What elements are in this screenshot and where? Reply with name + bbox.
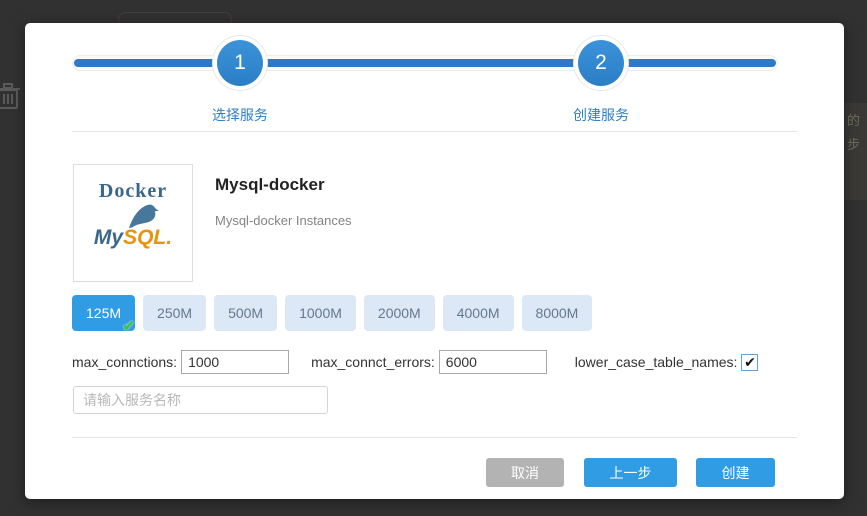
trash-icon — [0, 82, 21, 115]
selected-check-icon: ✔ — [122, 318, 136, 335]
max-connections-input[interactable] — [181, 350, 290, 374]
background-text-fragment: 的 步 — [845, 103, 867, 200]
memory-option-label: 2000M — [377, 305, 421, 321]
max-connect-errors-label: max_connct_errors: — [311, 354, 435, 370]
max-connections-label: max_connctions: — [72, 354, 178, 370]
memory-option-label: 4000M — [456, 305, 500, 321]
previous-step-button[interactable]: 上一步 — [584, 458, 677, 487]
memory-option-2000m[interactable]: 2000M — [363, 295, 435, 331]
service-logo: Docker MySQL. — [73, 164, 193, 282]
memory-option-label: 1000M — [299, 305, 342, 321]
step-2-label: 创建服务 — [573, 107, 629, 123]
lower-case-table-names-label: lower_case_table_names: — [574, 354, 738, 370]
lower-case-table-names-checkbox[interactable]: ✔ — [741, 353, 759, 371]
step-1-circle[interactable]: 1 — [217, 40, 263, 86]
service-name-input[interactable] — [73, 386, 328, 414]
memory-option-125m[interactable]: 125M ✔ — [72, 295, 136, 335]
memory-option-8000m[interactable]: 8000M — [521, 295, 593, 331]
parameters-row: max_connctions: max_connct_errors: lower… — [72, 350, 759, 374]
service-title: Mysql-docker — [215, 175, 325, 194]
divider — [72, 437, 797, 438]
memory-option-label: 250M — [157, 305, 193, 321]
checkbox-check-icon: ✔ — [744, 353, 756, 370]
mysql-wordmark-sql: SQL. — [123, 226, 173, 249]
memory-option-4000m[interactable]: 4000M — [442, 295, 514, 331]
cancel-button[interactable]: 取消 — [486, 458, 564, 487]
mysql-wordmark: MySQL. — [74, 226, 192, 250]
memory-option-label: 8000M — [535, 305, 579, 321]
create-service-dialog: 1 2 选择服务 创建服务 Docker MySQL. Mysql-docker… — [25, 23, 844, 499]
divider — [72, 131, 797, 132]
step-2-circle[interactable]: 2 — [578, 40, 624, 86]
memory-options: 125M ✔ 250M 500M 1000M 2000M 4000M 8000M — [72, 295, 593, 335]
max-connect-errors-input[interactable] — [438, 350, 547, 374]
memory-option-label: 125M — [86, 305, 122, 321]
memory-option-250m[interactable]: 250M — [143, 295, 207, 331]
docker-wordmark: Docker — [98, 180, 168, 202]
background-text-line: 步 — [847, 137, 861, 152]
step-1-node: 1 — [212, 35, 268, 91]
stepper-progress-bar — [74, 59, 776, 67]
service-subtitle: Mysql-docker Instances — [215, 213, 352, 228]
step-2-node: 2 — [573, 35, 629, 91]
memory-option-1000m[interactable]: 1000M — [285, 295, 356, 331]
background-text-line: 的 — [847, 113, 861, 128]
create-button[interactable]: 创建 — [696, 458, 775, 487]
mysql-wordmark-my: My — [93, 226, 124, 249]
memory-option-label: 500M — [228, 305, 264, 321]
memory-option-500m[interactable]: 500M — [214, 295, 278, 331]
step-1-label: 选择服务 — [212, 107, 268, 123]
